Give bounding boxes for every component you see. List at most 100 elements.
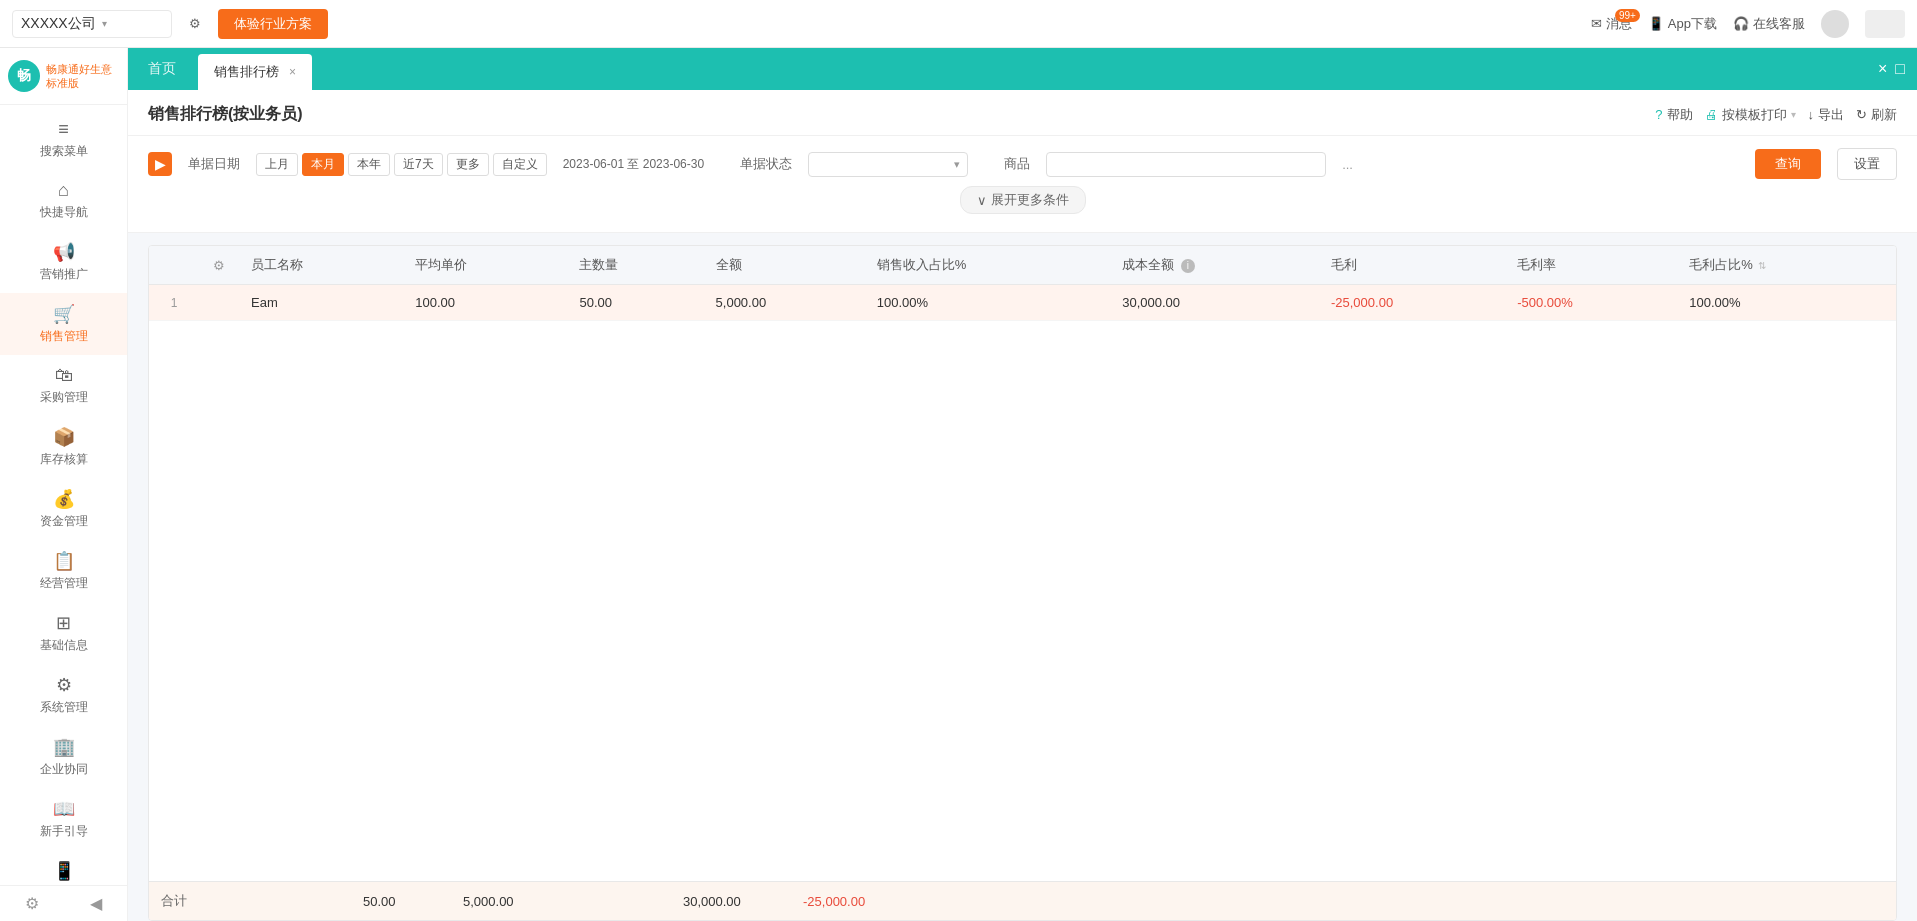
date-btn-this-year[interactable]: 本年: [348, 153, 390, 176]
message-icon: ✉: [1591, 16, 1602, 31]
sort-icon[interactable]: ⇅: [1758, 260, 1766, 271]
date-btn-7days[interactable]: 近7天: [394, 153, 443, 176]
collapse-sidebar-button[interactable]: ◀: [90, 894, 102, 913]
col-gross: 毛利: [1319, 246, 1505, 285]
table-footer: 合计 50.00 5,000.00 30,000.00 -25,000.00: [149, 881, 1896, 920]
tab-maximize-icon[interactable]: □: [1895, 60, 1905, 78]
date-btn-custom[interactable]: 自定义: [493, 153, 547, 176]
cell-sales-pct: 100.00%: [865, 285, 1110, 321]
sidebar-item-operation[interactable]: 📋 经营管理: [0, 540, 127, 602]
date-btn-more[interactable]: 更多: [447, 153, 489, 176]
enterprise-icon: 🏢: [53, 736, 75, 758]
tab-home[interactable]: 首页: [128, 48, 196, 90]
cell-avg-price: 100.00: [403, 285, 567, 321]
date-range-display: 2023-06-01 至 2023-06-30: [563, 156, 704, 173]
sidebar-item-guide[interactable]: 📖新手引导: [0, 788, 127, 850]
sidebar-logo: 畅 畅康通好生意 标准版: [0, 48, 127, 105]
sidebar-item-search-order[interactable]: ≡搜索菜单: [0, 109, 127, 170]
status-select-wrapper[interactable]: [808, 152, 968, 177]
online-service-button[interactable]: 🎧 在线客服: [1733, 15, 1805, 33]
message-button[interactable]: ✉ 消息 99+: [1591, 15, 1632, 33]
finance-icon: 💰: [53, 488, 75, 510]
topbar-settings-button[interactable]: ⚙: [180, 9, 210, 39]
sidebar: 畅 畅康通好生意 标准版 ≡搜索菜单⌂快捷导航📢营销推广🛒销售管理🛍采购管理📦库…: [0, 48, 128, 921]
logo-text: 畅康通好生意 标准版: [46, 62, 112, 91]
date-btn-this-month[interactable]: 本月: [302, 153, 344, 176]
col-gross-pct: 毛利占比% ⇅: [1677, 246, 1896, 285]
refresh-button[interactable]: ↻ 刷新: [1856, 106, 1897, 124]
col-avg-price: 平均单价: [403, 246, 567, 285]
system-icon: ⚙: [56, 674, 72, 696]
goods-more-button[interactable]: ...: [1342, 157, 1353, 172]
tab-sales-ranking[interactable]: 销售排行榜 ×: [198, 54, 312, 90]
print-icon: 🖨: [1705, 107, 1718, 122]
query-button[interactable]: 查询: [1755, 149, 1821, 179]
logo-icon: 畅: [8, 60, 40, 92]
nav-label: 企业协同: [40, 761, 88, 778]
quick-nav-icon: ⌂: [58, 180, 69, 201]
expand-more-button[interactable]: ∨ 展开更多条件: [960, 186, 1086, 214]
company-name: XXXXX公司: [21, 15, 96, 33]
help-button[interactable]: ? 帮助: [1655, 106, 1692, 124]
refresh-icon: ↻: [1856, 107, 1867, 122]
date-filter-label: 单据日期: [188, 155, 240, 173]
top-bar: XXXXX公司 ▾ ⚙ 体验行业方案 ✉ 消息 99+ 📱 App下载 🎧 在线…: [0, 0, 1917, 48]
date-btn-last-month[interactable]: 上月: [256, 153, 298, 176]
main-area: 畅 畅康通好生意 标准版 ≡搜索菜单⌂快捷导航📢营销推广🛒销售管理🛍采购管理📦库…: [0, 48, 1917, 921]
purchase-icon: 🛍: [55, 365, 73, 386]
print-button[interactable]: 🖨 按模板打印 ▾: [1705, 106, 1796, 124]
settings-bottom-icon[interactable]: ⚙: [25, 894, 39, 913]
export-icon: ↓: [1808, 107, 1815, 122]
cell-gross: -25,000.00: [1319, 285, 1505, 321]
sidebar-item-purchase[interactable]: 🛍采购管理: [0, 355, 127, 416]
avatar[interactable]: [1821, 10, 1849, 38]
sales-icon: 🛒: [53, 303, 75, 325]
user-menu[interactable]: [1865, 10, 1905, 38]
col-gross-rate: 毛利率: [1505, 246, 1677, 285]
cost-info-icon[interactable]: i: [1181, 259, 1195, 273]
column-config-icon[interactable]: ⚙: [213, 258, 225, 273]
search-order-icon: ≡: [58, 119, 69, 140]
sidebar-item-quick-nav[interactable]: ⌂快捷导航: [0, 170, 127, 231]
filter-more-row: ∨ 展开更多条件: [148, 180, 1897, 220]
cell-gross-pct: 100.00%: [1677, 285, 1896, 321]
status-select[interactable]: [808, 152, 968, 177]
nav-label: 系统管理: [40, 699, 88, 716]
col-settings[interactable]: ⚙: [199, 246, 239, 285]
col-cost: 成本全额 i: [1110, 246, 1319, 285]
sidebar-item-marketing[interactable]: 📢营销推广: [0, 231, 127, 293]
tab-bar-right: × □: [1878, 48, 1917, 90]
export-button[interactable]: ↓ 导出: [1808, 106, 1845, 124]
nav-label: 经营管理: [40, 575, 88, 592]
top-bar-right: ✉ 消息 99+ 📱 App下载 🎧 在线客服: [1591, 10, 1905, 38]
message-badge: 99+: [1615, 9, 1640, 22]
footer-amount: 5,000.00: [451, 894, 551, 909]
goods-search-input[interactable]: [1046, 152, 1326, 177]
trial-industry-button[interactable]: 体验行业方案: [218, 9, 328, 39]
sidebar-item-enterprise[interactable]: 🏢 企业协同: [0, 726, 127, 788]
page-header: 销售排行榜(按业务员) ? 帮助 🖨 按模板打印 ▾ ↓: [128, 90, 1917, 136]
operation-icon: 📋: [53, 550, 75, 572]
column-setting-button[interactable]: 设置: [1837, 148, 1897, 180]
cell-name: Eam: [239, 285, 403, 321]
nav-label: 基础信息: [40, 637, 88, 654]
sidebar-item-basic[interactable]: ⊞基础信息: [0, 602, 127, 664]
sidebar-item-apps[interactable]: 📱应用中心: [0, 850, 127, 885]
company-selector[interactable]: XXXXX公司 ▾: [12, 10, 172, 38]
filter-toggle-button[interactable]: ▶: [148, 152, 172, 176]
col-quantity: 主数量: [567, 246, 703, 285]
nav-label: 营销推广: [40, 266, 88, 283]
sidebar-item-sales[interactable]: 🛒销售管理: [0, 293, 127, 355]
footer-quantity: 50.00: [351, 894, 451, 909]
col-rank: [149, 246, 199, 285]
sidebar-item-finance[interactable]: 💰 资金管理: [0, 478, 127, 540]
content-area: 首页 销售排行榜 × × □ 销售排行榜(按业务员) ?: [128, 48, 1917, 921]
nav-label: 资金管理: [40, 513, 88, 530]
tab-minimize-icon[interactable]: ×: [1878, 60, 1887, 78]
app-download-button[interactable]: 📱 App下载: [1648, 15, 1717, 33]
tab-close-icon[interactable]: ×: [289, 65, 296, 79]
col-sales-pct: 销售收入占比%: [865, 246, 1110, 285]
table-row: 1 Eam 100.00 50.00 5,000.00 100.00% 30,0…: [149, 285, 1896, 321]
sidebar-item-system[interactable]: ⚙ 系统管理: [0, 664, 127, 726]
sidebar-item-inventory[interactable]: 📦库存核算: [0, 416, 127, 478]
